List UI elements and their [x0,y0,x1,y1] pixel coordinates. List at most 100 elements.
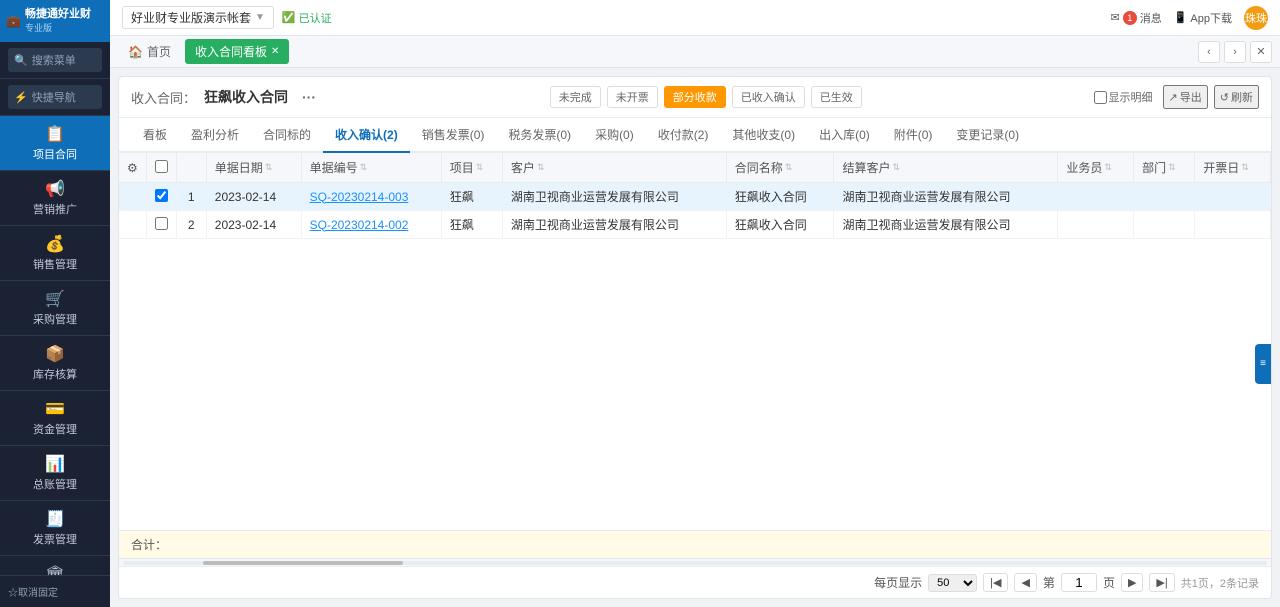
sidebar-item-marketing[interactable]: 📢 营销推广 [0,171,110,226]
unpin-button[interactable]: ☆取消固定 [4,580,106,603]
th-checkbox[interactable] [146,153,176,183]
tab-sales-invoice[interactable]: 销售发票(0) [410,118,497,153]
th-project[interactable]: 项目 ⇅ [441,153,502,183]
row-code[interactable]: SQ-20230214-002 [301,211,441,239]
tab-other-income-label: 其他收支(0) [732,128,795,142]
th-contract-name[interactable]: 合同名称 ⇅ [726,153,834,183]
pagination: 每页显示 50 20 100 200 |◀ ◀ 第 页 ▶ ▶| 共1页，2条记… [119,566,1271,598]
th-settlement-customer[interactable]: 结算客户 ⇅ [834,153,1058,183]
tab-kanban[interactable]: 看板 [131,118,179,153]
tab-purchase-label: 采购(0) [595,128,634,142]
per-page-select[interactable]: 50 20 100 200 [928,574,977,592]
sidebar-item-purchase[interactable]: 🛒 采购管理 [0,281,110,336]
sort-project-icon: ⇅ [476,162,484,173]
nav-prev-button[interactable]: ‹ [1198,41,1220,63]
row-checkbox[interactable] [155,189,168,202]
sidebar-item-invoice-label: 发票管理 [33,531,77,547]
app-download-button[interactable]: 📱 App下载 [1174,10,1232,26]
row-salesperson [1058,211,1134,239]
row-checkbox[interactable] [155,217,168,230]
row-code[interactable]: SQ-20230214-003 [301,183,441,211]
funds-icon: 💳 [45,399,65,419]
status-effective-button[interactable]: 已生效 [811,86,862,108]
app-download-label: App下载 [1190,10,1232,26]
tab-payment-label: 收付款(2) [658,128,709,142]
user-menu[interactable]: 珠珠 [1244,6,1268,30]
unpin-label: ☆取消固定 [8,584,58,599]
panel-right-buttons: 显示明细 ↗ 导出 ↺ 刷新 [1090,85,1259,109]
tab-other-income[interactable]: 其他收支(0) [720,118,807,153]
status-confirmed-button[interactable]: 已收入确认 [732,86,805,108]
sidebar-item-invoice[interactable]: 🧾 发票管理 [0,501,110,556]
message-label: 消息 [1140,10,1162,26]
search-menu-button[interactable]: 🔍 搜索菜单 [8,48,102,72]
row-checkbox-cell[interactable] [146,183,176,211]
inventory-icon: 📦 [45,344,65,364]
horizontal-scrollbar[interactable] [119,558,1271,566]
show-detail-label: 显示明细 [1109,89,1153,105]
right-panel-toggle[interactable]: ≡ [1255,344,1271,384]
row-settings[interactable] [119,183,146,211]
tab-warehouse-label: 出入库(0) [819,128,870,142]
tab-contract-standard[interactable]: 合同标的 [251,118,323,153]
page-number-input[interactable] [1061,573,1097,592]
table-total: 合计： [131,536,1259,553]
scrollbar-thumb[interactable] [203,561,403,565]
status-partial-button[interactable]: 部分收款 [664,86,726,108]
more-options-button[interactable]: ··· [296,87,322,107]
tab-profit[interactable]: 盈利分析 [179,118,251,153]
quick-nav-button[interactable]: ⚡ 快捷导航 [8,85,102,109]
total-label: 合计： [131,536,167,553]
tab-close-icon[interactable]: ✕ [271,46,279,57]
sidebar-item-funds[interactable]: 💳 资金管理 [0,391,110,446]
th-customer[interactable]: 客户 ⇅ [502,153,726,183]
nav-close-button[interactable]: ✕ [1250,41,1272,63]
tab-attachments[interactable]: 附件(0) [882,118,945,153]
row-settings[interactable] [119,211,146,239]
table-row[interactable]: 1 2023-02-14 SQ-20230214-003 狂飙 湖南卫视商业运营… [119,183,1271,211]
message-button[interactable]: ✉ 1 消息 [1111,10,1162,26]
sidebar-item-accounting[interactable]: 📊 总账管理 [0,446,110,501]
status-uninvoiced-button[interactable]: 未开票 [607,86,658,108]
th-salesperson[interactable]: 业务员 ⇅ [1058,153,1134,183]
tab-contract[interactable]: 收入合同看板 ✕ [185,39,289,64]
tab-kanban-label: 看板 [143,128,167,142]
tab-income-confirm[interactable]: 收入确认(2) [323,118,410,153]
page-prev-button[interactable]: ◀ [1014,573,1036,592]
table-row[interactable]: 2 2023-02-14 SQ-20230214-002 狂飙 湖南卫视商业运营… [119,211,1271,239]
page-next-button[interactable]: ▶ [1121,573,1143,592]
nav-next-button[interactable]: › [1224,41,1246,63]
select-all-checkbox[interactable] [155,160,168,173]
sidebar-item-funds-label: 资金管理 [33,421,77,437]
row-code-link[interactable]: SQ-20230214-002 [310,218,409,232]
sidebar-item-tax[interactable]: 🏛 税务管理 [0,556,110,575]
page-last-button[interactable]: ▶| [1149,573,1174,592]
sidebar-item-inventory-label: 库存核算 [33,366,77,382]
th-settings[interactable]: ⚙ [119,153,146,183]
tab-warehouse[interactable]: 出入库(0) [807,118,882,153]
sidebar-item-sales[interactable]: 💰 销售管理 [0,226,110,281]
row-code-link[interactable]: SQ-20230214-003 [310,190,409,204]
th-department[interactable]: 部门 ⇅ [1134,153,1195,183]
tab-payment[interactable]: 收付款(2) [646,118,721,153]
show-detail-checkbox[interactable]: 显示明细 [1090,87,1157,107]
sidebar-item-project[interactable]: 📋 项目合同 [0,116,110,171]
th-code[interactable]: 单据编号 ⇅ [301,153,441,183]
company-selector[interactable]: 好业财专业版演示帐套 ▼ [122,6,274,29]
th-open-date[interactable]: 开票日 ⇅ [1195,153,1271,183]
status-incomplete-button[interactable]: 未完成 [550,86,601,108]
export-button[interactable]: ↗ 导出 [1163,85,1208,109]
tab-change-log[interactable]: 变更记录(0) [944,118,1031,153]
sidebar-item-inventory[interactable]: 📦 库存核算 [0,336,110,391]
row-checkbox-cell[interactable] [146,211,176,239]
th-date[interactable]: 单据日期 ⇅ [206,153,301,183]
nav-tabs-bar: 看板 盈利分析 合同标的 收入确认(2) 销售发票(0) 税务发票(0) [119,118,1271,153]
row-contract-name: 狂飙收入合同 [726,183,834,211]
tab-home[interactable]: 🏠 首页 [118,39,181,64]
page-first-button[interactable]: |◀ [983,573,1008,592]
th-code-label: 单据编号 [310,159,358,176]
detail-checkbox-input[interactable] [1094,91,1107,104]
tab-purchase[interactable]: 采购(0) [583,118,646,153]
refresh-button[interactable]: ↺ 刷新 [1214,85,1259,109]
tab-tax-invoice[interactable]: 税务发票(0) [496,118,583,153]
